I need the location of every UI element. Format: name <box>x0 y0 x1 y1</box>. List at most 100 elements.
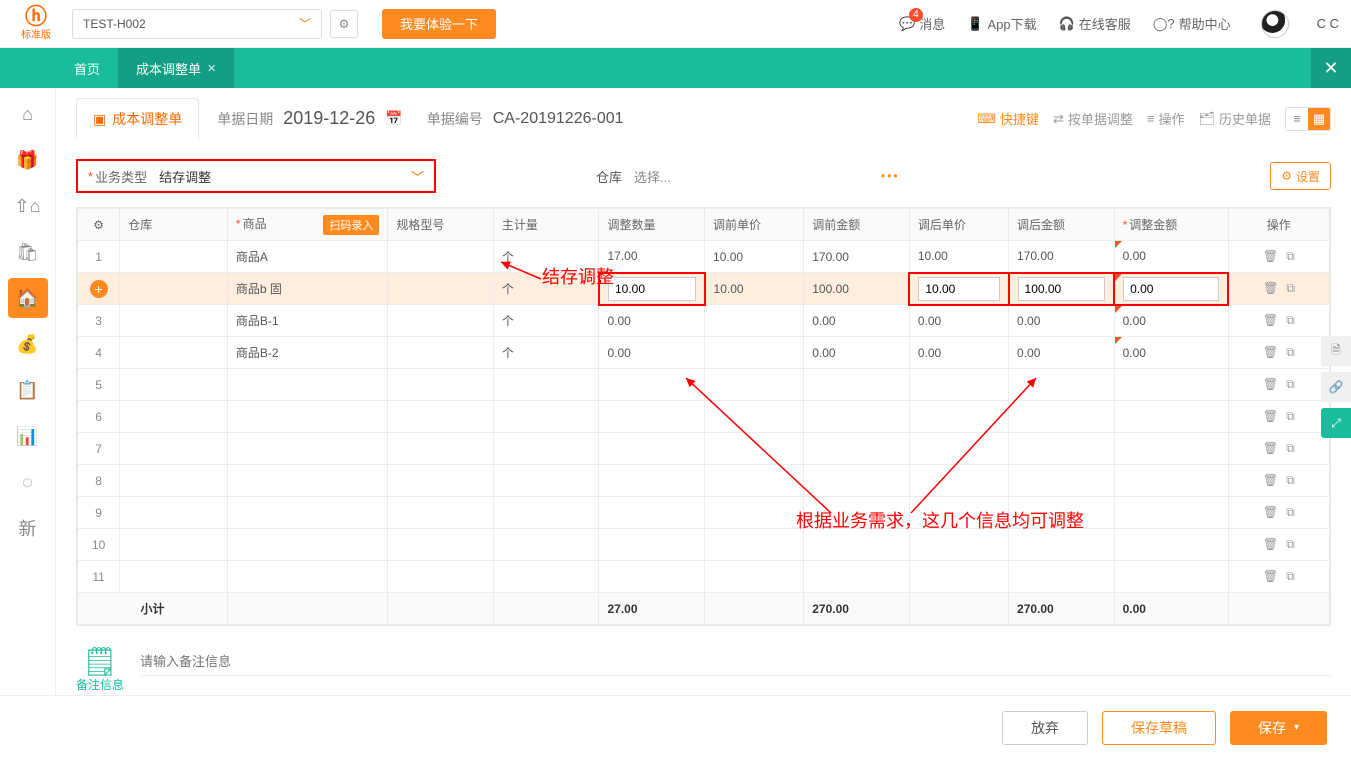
sidebar-item-sync[interactable]: ◌ <box>8 462 48 502</box>
cell-qty[interactable] <box>599 529 705 561</box>
settings-icon-button[interactable]: ⚙ <box>330 10 358 38</box>
view-grid-icon[interactable]: ▦ <box>1308 108 1330 130</box>
delete-icon[interactable]: 🗑 <box>1263 313 1278 327</box>
cell-qty[interactable]: 0.00 <box>599 337 705 369</box>
cell-spec[interactable] <box>388 497 494 529</box>
cell-adj-amt[interactable] <box>1114 561 1228 593</box>
cell-qty[interactable] <box>599 497 705 529</box>
copy-icon[interactable]: ⧉ <box>1286 537 1295 551</box>
post-amt-input[interactable] <box>1018 277 1106 301</box>
cell-warehouse[interactable] <box>120 465 228 497</box>
cell-adj-amt[interactable] <box>1114 369 1228 401</box>
copy-icon[interactable]: ⧉ <box>1286 505 1295 519</box>
rail-link-icon[interactable]: 🔗 <box>1321 372 1351 402</box>
cell-post-price[interactable]: 10.00 <box>909 241 1008 273</box>
cell-warehouse[interactable] <box>120 241 228 273</box>
cell-post-price[interactable] <box>909 273 1008 305</box>
copy-icon[interactable]: ⧉ <box>1286 441 1295 455</box>
cell-product[interactable]: 商品b 固 <box>227 273 387 305</box>
cell-qty[interactable] <box>599 273 705 305</box>
cell-product[interactable] <box>227 465 387 497</box>
qty-input[interactable] <box>608 277 696 301</box>
cell-product[interactable]: 商品A <box>227 241 387 273</box>
cell-product[interactable] <box>227 401 387 433</box>
cell-post-amt[interactable]: 0.00 <box>1009 305 1115 337</box>
calendar-icon[interactable]: 📅 <box>385 110 402 127</box>
cell-qty[interactable] <box>599 433 705 465</box>
copy-icon[interactable]: ⧉ <box>1286 281 1295 295</box>
table-row[interactable]: 8🗑⧉ <box>78 465 1330 497</box>
cell-spec[interactable] <box>388 529 494 561</box>
close-icon[interactable]: ✕ <box>207 62 216 75</box>
messages-link[interactable]: 💬 消息 4 <box>899 14 945 33</box>
cell-adj-amt[interactable] <box>1114 401 1228 433</box>
cell-adj-amt[interactable] <box>1114 465 1228 497</box>
cell-warehouse[interactable] <box>120 529 228 561</box>
business-type-select[interactable]: * 业务类型 结存调整 ﹀ <box>76 159 436 193</box>
cell-spec[interactable] <box>388 433 494 465</box>
cell-spec[interactable] <box>388 241 494 273</box>
view-list-icon[interactable]: ≡ <box>1286 108 1308 130</box>
doc-date[interactable]: 2019-12-26 <box>283 108 375 129</box>
cell-post-amt[interactable] <box>1009 369 1115 401</box>
sidebar-item-in[interactable]: ⇧⌂ <box>8 186 48 226</box>
table-row[interactable]: 9🗑⧉ <box>78 497 1330 529</box>
close-all-tabs[interactable]: ✕ <box>1311 48 1351 88</box>
table-row[interactable]: 11🗑⧉ <box>78 561 1330 593</box>
adj-amt-input[interactable] <box>1123 277 1219 301</box>
table-row[interactable]: 6🗑⧉ <box>78 401 1330 433</box>
col-gear[interactable]: ⚙ <box>78 209 120 241</box>
cell-warehouse[interactable] <box>120 273 228 305</box>
cell-adj-amt[interactable]: 0.00 <box>1114 241 1228 273</box>
remark-input[interactable] <box>140 648 1331 676</box>
cell-qty[interactable] <box>599 401 705 433</box>
cell-warehouse[interactable] <box>120 369 228 401</box>
sidebar-item-warehouse[interactable]: 🏠 <box>8 278 48 318</box>
cell-post-price[interactable]: 0.00 <box>909 305 1008 337</box>
rail-note-icon[interactable]: 🗎 <box>1321 336 1351 366</box>
cell-spec[interactable] <box>388 337 494 369</box>
cell-adj-amt[interactable] <box>1114 497 1228 529</box>
cell-qty[interactable] <box>599 465 705 497</box>
cell-warehouse[interactable] <box>120 401 228 433</box>
cell-spec[interactable] <box>388 305 494 337</box>
cell-product[interactable] <box>227 497 387 529</box>
cell-adj-amt[interactable] <box>1114 273 1228 305</box>
cell-post-amt[interactable] <box>1009 465 1115 497</box>
copy-icon[interactable]: ⧉ <box>1286 473 1295 487</box>
table-row[interactable]: 10🗑⧉ <box>78 529 1330 561</box>
cell-post-price[interactable]: 0.00 <box>909 337 1008 369</box>
cell-adj-amt[interactable]: 0.00 <box>1114 305 1228 337</box>
cell-warehouse[interactable] <box>120 305 228 337</box>
cell-warehouse[interactable] <box>120 561 228 593</box>
cell-spec[interactable] <box>388 401 494 433</box>
cell-spec[interactable] <box>388 273 494 305</box>
cell-spec[interactable] <box>388 465 494 497</box>
sidebar-item-gift[interactable]: 🎁 <box>8 140 48 180</box>
by-document-link[interactable]: ⇄按单据调整 <box>1053 109 1133 128</box>
sidebar-item-clipboard[interactable]: 📋 <box>8 370 48 410</box>
cell-product[interactable] <box>227 561 387 593</box>
post-price-input[interactable] <box>918 277 999 301</box>
cell-post-amt[interactable]: 170.00 <box>1009 241 1115 273</box>
cell-post-amt[interactable] <box>1009 561 1115 593</box>
table-row[interactable]: +商品b 固个10.00100.00🗑⧉ <box>78 273 1330 305</box>
table-row[interactable]: 3商品B-1个0.000.000.000.000.00🗑⧉ <box>78 305 1330 337</box>
tab-home[interactable]: 首页 <box>56 48 118 88</box>
cell-qty[interactable]: 0.00 <box>599 305 705 337</box>
table-row[interactable]: 5🗑⧉ <box>78 369 1330 401</box>
delete-icon[interactable]: 🗑 <box>1263 281 1278 295</box>
save-draft-button[interactable]: 保存草稿 <box>1102 711 1216 745</box>
app-download-link[interactable]: 📱 App下载 <box>967 14 1036 33</box>
sidebar-item-report[interactable]: 📊 <box>8 416 48 456</box>
avatar[interactable] <box>1261 10 1289 38</box>
cell-post-price[interactable] <box>909 401 1008 433</box>
delete-icon[interactable]: 🗑 <box>1263 249 1278 263</box>
copy-icon[interactable]: ⧉ <box>1286 249 1295 263</box>
sidebar-item-bag[interactable]: 🛍 <box>8 232 48 272</box>
history-link[interactable]: 🗂历史单据 <box>1198 109 1271 128</box>
more-dots-icon[interactable]: ••• <box>881 169 900 183</box>
cell-post-price[interactable] <box>909 561 1008 593</box>
hotkey-link[interactable]: ⌨快捷键 <box>977 109 1039 128</box>
discard-button[interactable]: 放弃 <box>1002 711 1088 745</box>
